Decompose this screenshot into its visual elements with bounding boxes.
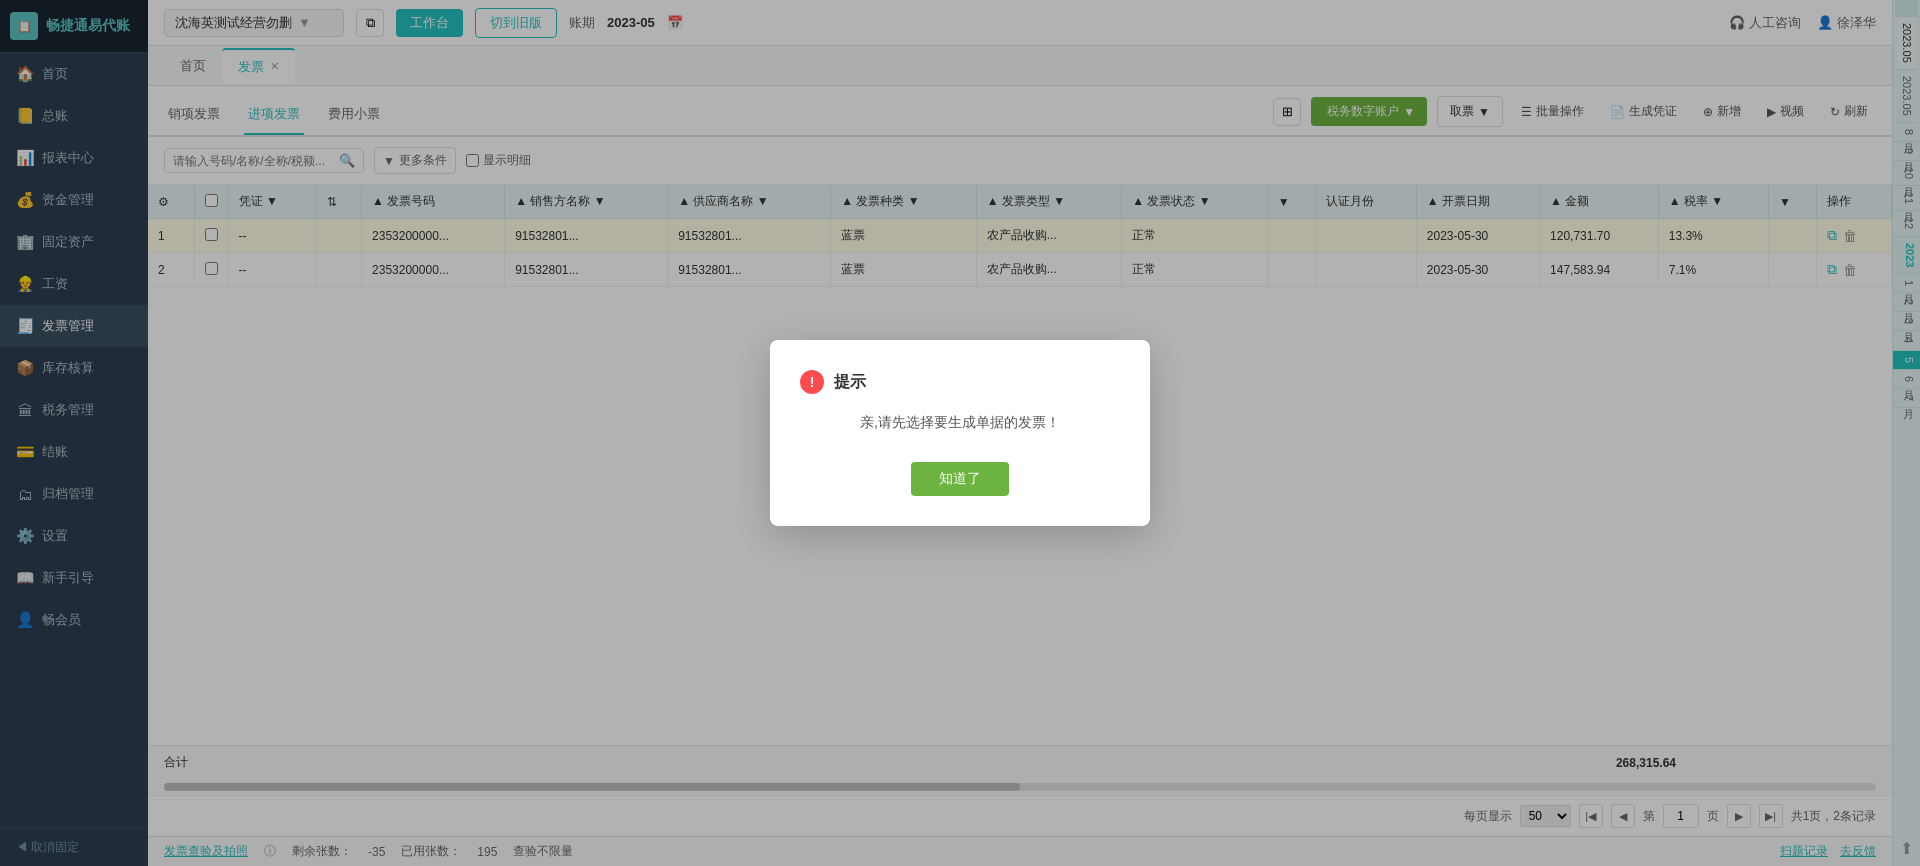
modal-footer: 知道了: [800, 462, 1120, 496]
modal-message: 亲,请先选择要生成单据的发票！: [800, 414, 1120, 432]
exclamation-icon: !: [810, 374, 815, 390]
modal-warning-icon: !: [800, 370, 824, 394]
modal-dialog: ! 提示 亲,请先选择要生成单据的发票！ 知道了: [770, 340, 1150, 526]
modal-overlay[interactable]: ! 提示 亲,请先选择要生成单据的发票！ 知道了: [0, 0, 1920, 866]
modal-title: 提示: [834, 372, 866, 393]
modal-confirm-button[interactable]: 知道了: [911, 462, 1009, 496]
modal-header: ! 提示: [800, 370, 1120, 394]
